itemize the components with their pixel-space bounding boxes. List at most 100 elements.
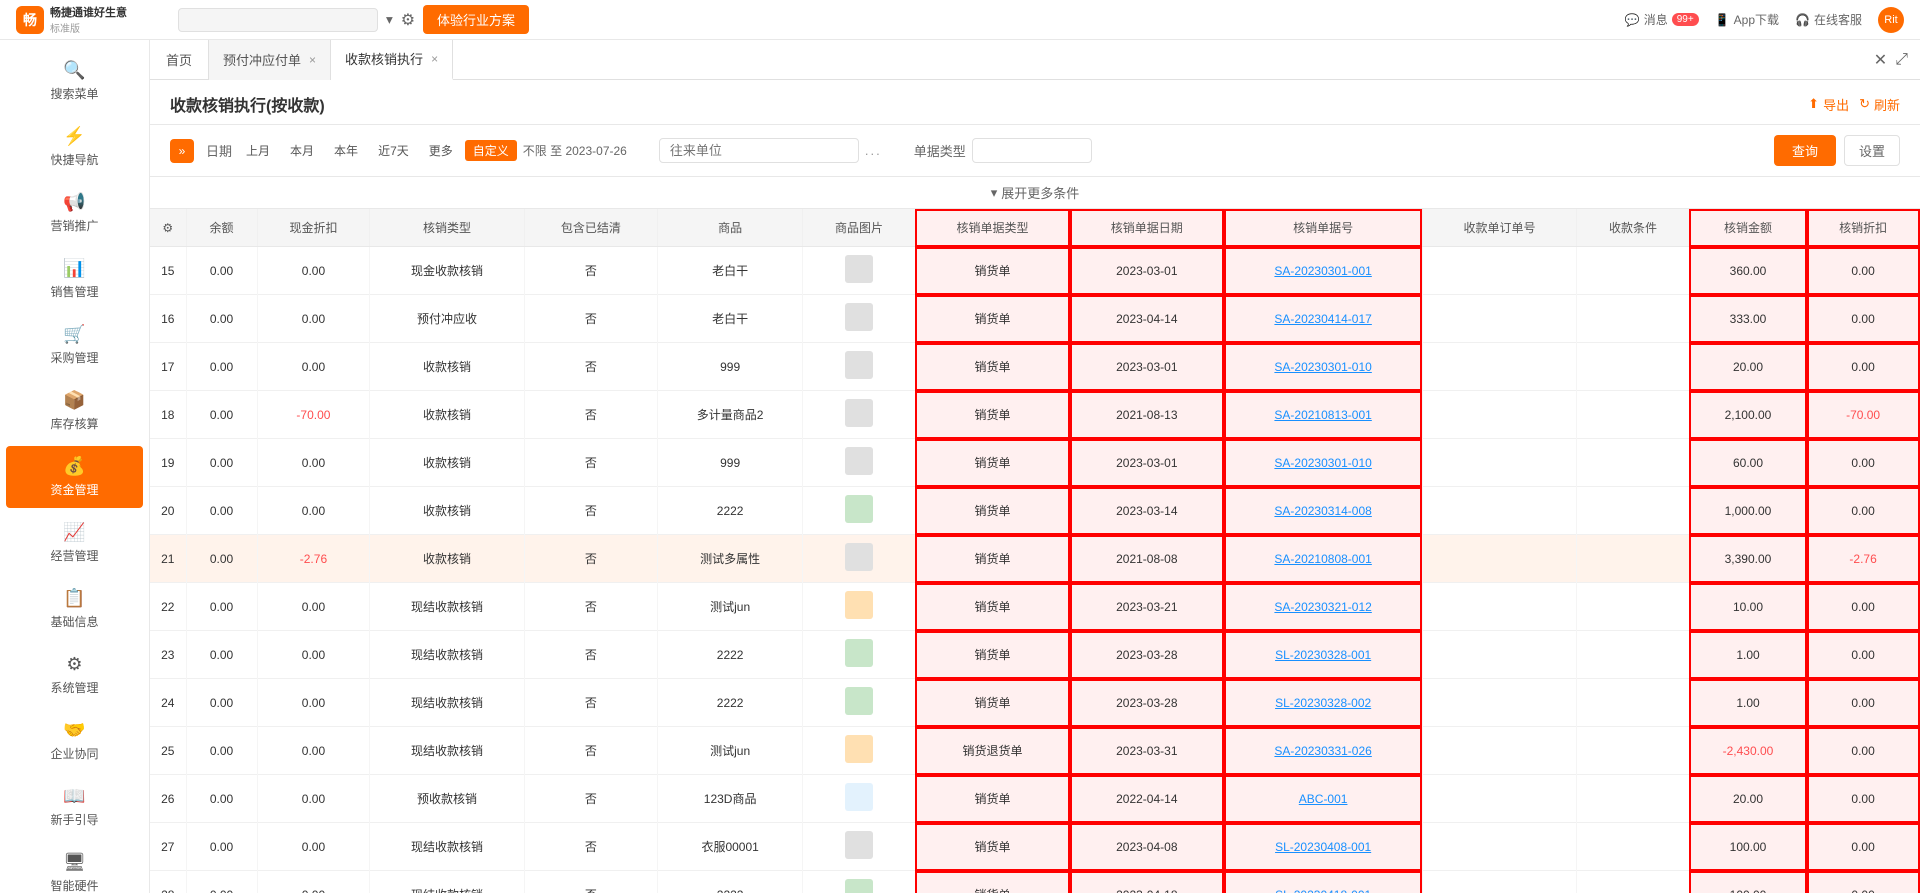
cell-write-off-no[interactable]: SA-20230314-008 <box>1224 487 1422 535</box>
this-month-btn[interactable]: 本月 <box>282 140 322 161</box>
cell-write-off-no[interactable]: SA-20230331-026 <box>1224 727 1422 775</box>
tab-receipt-writeoff-label: 收款核销执行 <box>345 49 423 68</box>
cell-product-img <box>803 487 916 535</box>
maximize-window-btn[interactable]: ⤢ <box>1895 51 1908 69</box>
tab-receipt-writeoff[interactable]: 收款核销执行 × <box>331 40 453 80</box>
cell-balance: 0.00 <box>186 583 257 631</box>
table-row: 22 0.00 0.00 现结收款核销 否 测试jun 销货单 2023-03-… <box>150 583 1920 631</box>
top-bar: 畅 畅捷通谁好生意 标准版 ▾ ⚙ 体验行业方案 💬 消息 99+ 📱 App下… <box>0 0 1920 40</box>
last-7days-btn[interactable]: 近7天 <box>370 140 417 161</box>
source-unit-input[interactable] <box>659 138 859 163</box>
dropdown-btn[interactable]: ▾ <box>386 12 393 28</box>
cell-write-off-no[interactable]: SA-20230301-010 <box>1224 343 1422 391</box>
cell-receipt-order-no <box>1422 247 1576 295</box>
sidebar-item-资金管理[interactable]: 💰资金管理 <box>6 446 143 508</box>
cell-receipt-order-no <box>1422 487 1576 535</box>
tab-prepay-close[interactable]: × <box>309 53 316 67</box>
page-title: 收款核销执行(按收款) <box>170 92 325 116</box>
cell-write-off-no[interactable]: SL-20230328-002 <box>1224 679 1422 727</box>
th-gear[interactable]: ⚙ <box>150 209 186 247</box>
top-bar-right: 💬 消息 99+ 📱 App下载 🎧 在线客服 Rit <box>1625 7 1904 33</box>
tab-receipt-writeoff-close[interactable]: × <box>431 52 438 66</box>
sidebar-item-新手引导[interactable]: 📖新手引导 <box>6 776 143 838</box>
filter-bar: » 日期 上月 本月 本年 近7天 更多 自定义 不限 至 2023-07-26 <box>150 125 1920 177</box>
cell-id: 20 <box>150 487 186 535</box>
close-window-btn[interactable]: ✕ <box>1874 50 1887 70</box>
cell-write-off-type: 现结收款核销 <box>370 631 524 679</box>
user-avatar[interactable]: Rit <box>1878 7 1904 33</box>
cell-write-off-no[interactable]: ABC-001 <box>1224 775 1422 823</box>
cell-product-img <box>803 391 916 439</box>
online-service-btn[interactable]: 🎧 在线客服 <box>1795 11 1862 28</box>
filter-setting-btn[interactable]: 设置 <box>1844 135 1900 166</box>
sidebar-item-基础信息[interactable]: 📋基础信息 <box>6 578 143 640</box>
cell-write-off-no[interactable]: SA-20230321-012 <box>1224 583 1422 631</box>
cell-write-off-no[interactable]: SA-20230301-010 <box>1224 439 1422 487</box>
sidebar-item-采购管理[interactable]: 🛒采购管理 <box>6 314 143 376</box>
cell-product: 多计量商品2 <box>658 391 803 439</box>
table-row: 26 0.00 0.00 预收款核销 否 123D商品 销货单 2022-04-… <box>150 775 1920 823</box>
expand-conditions-btn[interactable]: ▾ 展开更多条件 <box>991 183 1080 202</box>
filter-toggle-btn[interactable]: » <box>170 139 194 163</box>
cell-write-off-date: 2023-03-01 <box>1070 343 1224 391</box>
this-year-btn[interactable]: 本年 <box>326 140 366 161</box>
cell-write-off-no[interactable]: SL-20230418-001 <box>1224 871 1422 893</box>
cell-include-settled: 否 <box>524 679 658 727</box>
message-icon: 💬 <box>1625 13 1640 27</box>
sidebar-item-经营管理[interactable]: 📈经营管理 <box>6 512 143 574</box>
refresh-btn[interactable]: ↻ 刷新 <box>1859 95 1900 114</box>
table-body: 15 0.00 0.00 现金收款核销 否 老白干 销货单 2023-03-01… <box>150 247 1920 893</box>
cell-write-off-no[interactable]: SA-20230301-001 <box>1224 247 1422 295</box>
sidebar-item-搜索菜单[interactable]: 🔍搜索菜单 <box>6 50 143 112</box>
sidebar-item-营销推广[interactable]: 📢营销推广 <box>6 182 143 244</box>
date-label: 日期 <box>206 141 232 160</box>
tab-home[interactable]: 首页 <box>150 40 209 80</box>
cell-id: 16 <box>150 295 186 343</box>
cell-write-off-no[interactable]: SL-20230408-001 <box>1224 823 1422 871</box>
cell-cash-discount: 0.00 <box>257 631 370 679</box>
cell-write-off-no[interactable]: SA-20230414-017 <box>1224 295 1422 343</box>
cell-write-off-bill-type: 销货退货单 <box>915 727 1069 775</box>
cell-cash-discount: 0.00 <box>257 295 370 343</box>
cell-cash-discount: 0.00 <box>257 487 370 535</box>
more-date-btn[interactable]: 更多 <box>421 140 461 161</box>
sidebar-item-系统管理[interactable]: ⚙系统管理 <box>6 644 143 706</box>
cell-product: 123D商品 <box>658 775 803 823</box>
cell-receipt-order-no <box>1422 871 1576 893</box>
sidebar-item-快捷导航[interactable]: ⚡快捷导航 <box>6 116 143 178</box>
search-input[interactable] <box>178 8 378 32</box>
app-download-btn[interactable]: 📱 App下载 <box>1715 11 1779 28</box>
cell-product-img <box>803 871 916 893</box>
query-btn[interactable]: 查询 <box>1774 135 1836 166</box>
message-btn[interactable]: 💬 消息 99+ <box>1625 11 1699 28</box>
last-month-btn[interactable]: 上月 <box>238 140 278 161</box>
cell-product: 2222 <box>658 487 803 535</box>
export-btn[interactable]: ⬆ 导出 <box>1808 95 1849 114</box>
th-include-settled: 包含已结清 <box>524 209 658 247</box>
sidebar-item-销售管理[interactable]: 📊销售管理 <box>6 248 143 310</box>
cell-write-off-no[interactable]: SA-20210808-001 <box>1224 535 1422 583</box>
filter-right-actions: 查询 设置 <box>1774 135 1900 166</box>
cell-write-off-amount: 2,100.00 <box>1689 391 1806 439</box>
table-row: 16 0.00 0.00 预付冲应收 否 老白干 销货单 2023-04-14 … <box>150 295 1920 343</box>
cell-write-off-no[interactable]: SL-20230328-001 <box>1224 631 1422 679</box>
industry-solution-btn[interactable]: 体验行业方案 <box>423 5 529 34</box>
custom-date-btn[interactable]: 自定义 <box>465 140 517 161</box>
bill-type-select[interactable] <box>972 138 1092 163</box>
message-badge: 99+ <box>1672 13 1699 26</box>
tab-prepay[interactable]: 预付冲应付单 × <box>209 40 331 80</box>
cell-write-off-date: 2023-03-21 <box>1070 583 1224 631</box>
cell-product-img <box>803 247 916 295</box>
service-label: 在线客服 <box>1814 11 1862 28</box>
cell-write-off-no[interactable]: SA-20210813-001 <box>1224 391 1422 439</box>
page-content: 收款核销执行(按收款) ⬆ 导出 ↻ 刷新 » 日期 <box>150 80 1920 893</box>
cell-write-off-bill-type: 销货单 <box>915 487 1069 535</box>
cell-receipt-condition <box>1577 535 1690 583</box>
cell-balance: 0.00 <box>186 727 257 775</box>
cell-receipt-condition <box>1577 343 1690 391</box>
sidebar-item-智能硬件[interactable]: 🖥智能硬件 <box>6 842 143 893</box>
main-content: 首页 预付冲应付单 × 收款核销执行 × ✕ ⤢ 收款核销执行(按收款) <box>150 40 1920 893</box>
sidebar-item-库存核算[interactable]: 📦库存核算 <box>6 380 143 442</box>
sidebar-item-企业协同[interactable]: 🤝企业协同 <box>6 710 143 772</box>
settings-btn[interactable]: ⚙ <box>401 10 415 30</box>
